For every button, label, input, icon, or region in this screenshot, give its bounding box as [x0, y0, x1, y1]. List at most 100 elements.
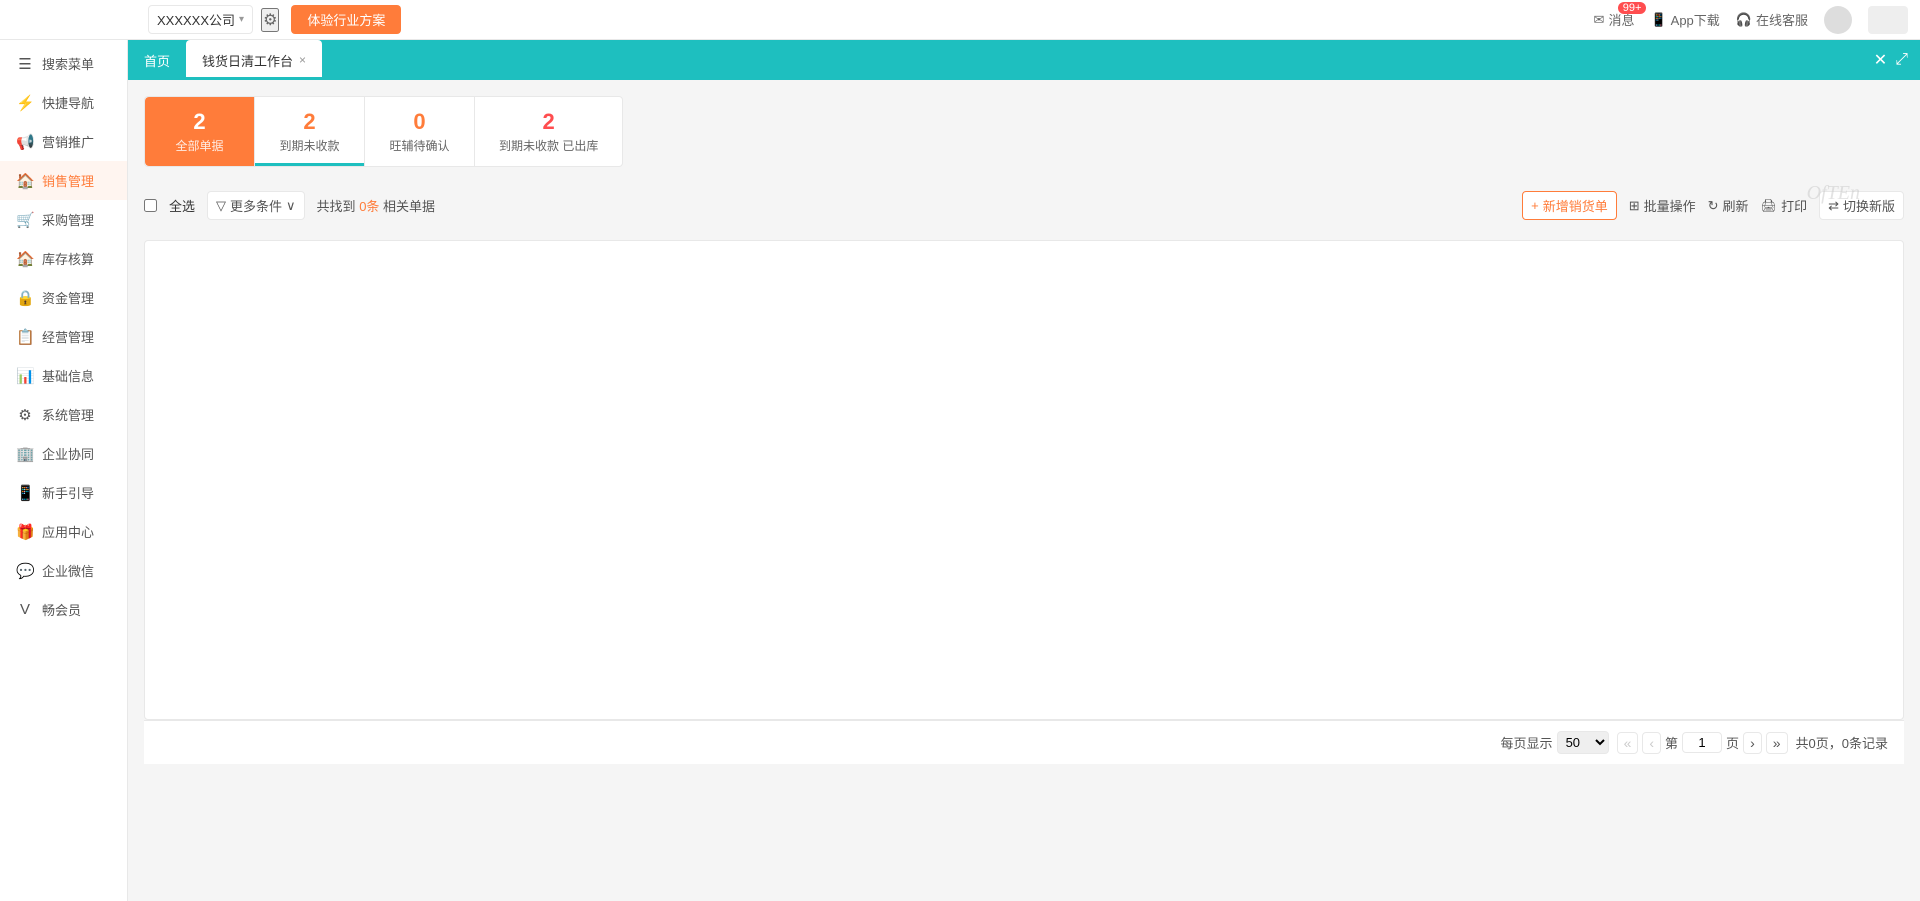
- tab-work-station[interactable]: 钱货日清工作台 ×: [186, 40, 322, 80]
- sidebar-item-purchase[interactable]: 🛒 采购管理: [0, 200, 127, 239]
- main-content: 2 全部单据2 到期未收款0 旺辅待确认2 到期未收款 已出库 全选 ▽ 更多条…: [128, 80, 1920, 901]
- refresh-label: 刷新: [1723, 196, 1749, 215]
- print-button[interactable]: 🖨 打印: [1761, 196, 1808, 215]
- total-records: 共0页，0条记录: [1796, 733, 1888, 752]
- page-suffix: 页: [1726, 733, 1739, 752]
- marketing-icon: 📢: [16, 133, 34, 151]
- tab-home[interactable]: 首页: [128, 40, 186, 80]
- sidebar-item-guide[interactable]: 📱 新手引导: [0, 473, 127, 512]
- stat-num-1: 2: [279, 109, 340, 135]
- message-icon: ✉: [1594, 12, 1605, 28]
- search-icon: ☰: [16, 55, 34, 73]
- sidebar-label-finance: 资金管理: [42, 288, 94, 307]
- company-selector[interactable]: XXXXXX公司 ▾: [148, 5, 253, 34]
- prev-page-button[interactable]: ‹: [1642, 732, 1661, 754]
- sidebar: b 畅捷通好生意 标准版 ☰ 搜索菜单⚡ 快捷导航📢 营销推广🏠 销售管理🛒 采…: [0, 0, 128, 901]
- switch-label: 切换新版: [1843, 196, 1895, 215]
- sidebar-item-marketing[interactable]: 📢 营销推广: [0, 122, 127, 161]
- sidebar-item-member[interactable]: V 畅会员: [0, 590, 127, 629]
- service-label: 在线客服: [1756, 10, 1808, 29]
- header-right: ✉ 消息 99+ 📱 App下载 🎧 在线客服: [1594, 6, 1908, 34]
- guide-icon: 📱: [16, 484, 34, 502]
- select-all-checkbox[interactable]: [144, 199, 157, 212]
- stat-num-3: 2: [499, 109, 598, 135]
- tab-close-icon[interactable]: ×: [299, 53, 306, 67]
- sidebar-menu: ☰ 搜索菜单⚡ 快捷导航📢 营销推广🏠 销售管理🛒 采购管理🏠 库存核算🔒 资金…: [0, 40, 127, 901]
- sidebar-item-wechat[interactable]: 💬 企业微信: [0, 551, 127, 590]
- sidebar-label-inventory: 库存核算: [42, 249, 94, 268]
- first-page-button[interactable]: «: [1617, 732, 1639, 754]
- sidebar-item-system[interactable]: ⚙ 系统管理: [0, 395, 127, 434]
- settings-button[interactable]: ⚙: [261, 8, 279, 32]
- operation-icon: 📋: [16, 328, 34, 346]
- sidebar-label-marketing: 营销推广: [42, 132, 94, 151]
- stat-card-1[interactable]: 2 到期未收款: [255, 97, 365, 166]
- sidebar-label-quick: 快捷导航: [42, 93, 94, 112]
- sidebar-label-sales: 销售管理: [42, 171, 94, 190]
- stat-card-0[interactable]: 2 全部单据: [145, 97, 255, 166]
- sidebar-item-quick[interactable]: ⚡ 快捷导航: [0, 83, 127, 122]
- sidebar-item-finance[interactable]: 🔒 资金管理: [0, 278, 127, 317]
- sidebar-item-inventory[interactable]: 🏠 库存核算: [0, 239, 127, 278]
- corp-icon: 🏢: [16, 445, 34, 463]
- sidebar-label-apps: 应用中心: [42, 522, 94, 541]
- add-icon: +: [1531, 198, 1539, 213]
- sidebar-label-guide: 新手引导: [42, 483, 94, 502]
- filter-icon: ▽: [216, 198, 226, 214]
- sidebar-label-operation: 经营管理: [42, 327, 94, 346]
- page-size-select-input[interactable]: 102050100: [1557, 731, 1609, 754]
- next-page-button[interactable]: ›: [1743, 732, 1762, 754]
- message-badge: 99+: [1618, 2, 1647, 14]
- sidebar-item-sales[interactable]: 🏠 销售管理: [0, 161, 127, 200]
- app-download-icon: 📱: [1650, 12, 1666, 28]
- switch-version-button[interactable]: ⇄ 切换新版: [1819, 191, 1904, 220]
- stat-label-3: 到期未收款 已出库: [499, 137, 598, 154]
- page-size-label: 每页显示: [1501, 733, 1553, 752]
- print-label: 打印: [1781, 196, 1807, 215]
- stat-num-2: 0: [389, 109, 450, 135]
- filter-button[interactable]: ▽ 更多条件 ∨: [207, 191, 305, 220]
- app-download-button[interactable]: 📱 App下载: [1650, 10, 1719, 29]
- table-area: [144, 240, 1904, 720]
- inventory-icon: 🏠: [16, 250, 34, 268]
- sidebar-label-purchase: 采购管理: [42, 210, 94, 229]
- sidebar-item-basic[interactable]: 📊 基础信息: [0, 356, 127, 395]
- sidebar-item-operation[interactable]: 📋 经营管理: [0, 317, 127, 356]
- trial-button[interactable]: 体验行业方案: [291, 5, 401, 34]
- stat-label-1: 到期未收款: [279, 137, 340, 154]
- member-icon: V: [16, 601, 34, 618]
- online-service-button[interactable]: 🎧 在线客服: [1736, 10, 1808, 29]
- stat-card-2[interactable]: 0 旺辅待确认: [365, 97, 475, 166]
- batch-operation-button[interactable]: ⊞ 批量操作: [1629, 196, 1696, 215]
- found-text: 共找到 0条 相关单据: [317, 196, 436, 215]
- toolbar-right: + 新增销货单 ⊞ 批量操作 ↻ 刷新 🖨 打印 ⇄ 切换新版: [1522, 191, 1904, 220]
- sidebar-item-corp[interactable]: 🏢 企业协同: [0, 434, 127, 473]
- page-number-input[interactable]: [1682, 732, 1722, 753]
- user-avatar[interactable]: [1824, 6, 1852, 34]
- user-name-placeholder[interactable]: [1868, 6, 1908, 34]
- filter-arrow-icon: ∨: [286, 198, 296, 214]
- last-page-button[interactable]: »: [1766, 732, 1788, 754]
- tab-maximize-button[interactable]: ⤢: [1895, 51, 1908, 69]
- message-button[interactable]: ✉ 消息 99+: [1594, 10, 1635, 29]
- tab-close-window-button[interactable]: ✕: [1874, 50, 1887, 70]
- sidebar-item-apps[interactable]: 🎁 应用中心: [0, 512, 127, 551]
- sidebar-item-search[interactable]: ☰ 搜索菜单: [0, 44, 127, 83]
- refresh-button[interactable]: ↻ 刷新: [1708, 196, 1749, 215]
- stat-card-3[interactable]: 2 到期未收款 已出库: [475, 97, 622, 166]
- tab-home-label: 首页: [144, 51, 170, 70]
- tab-bar-actions: ✕ ⤢: [1874, 50, 1920, 70]
- page-label: 第: [1665, 733, 1678, 752]
- stat-label-2: 旺辅待确认: [389, 137, 450, 154]
- app-download-label: App下载: [1671, 10, 1720, 29]
- system-icon: ⚙: [16, 406, 34, 424]
- apps-icon: 🎁: [16, 523, 34, 541]
- refresh-icon: ↻: [1708, 198, 1719, 214]
- add-sale-order-button[interactable]: + 新增销货单: [1522, 191, 1617, 220]
- stat-label-0: 全部单据: [169, 137, 230, 154]
- toolbar: 全选 ▽ 更多条件 ∨ 共找到 0条 相关单据 + 新增销货单 ⊞ 批量操作 ↻…: [144, 183, 1904, 228]
- sidebar-label-system: 系统管理: [42, 405, 94, 424]
- sidebar-label-corp: 企业协同: [42, 444, 94, 463]
- purchase-icon: 🛒: [16, 211, 34, 229]
- stats-cards: 2 全部单据2 到期未收款0 旺辅待确认2 到期未收款 已出库: [144, 96, 623, 167]
